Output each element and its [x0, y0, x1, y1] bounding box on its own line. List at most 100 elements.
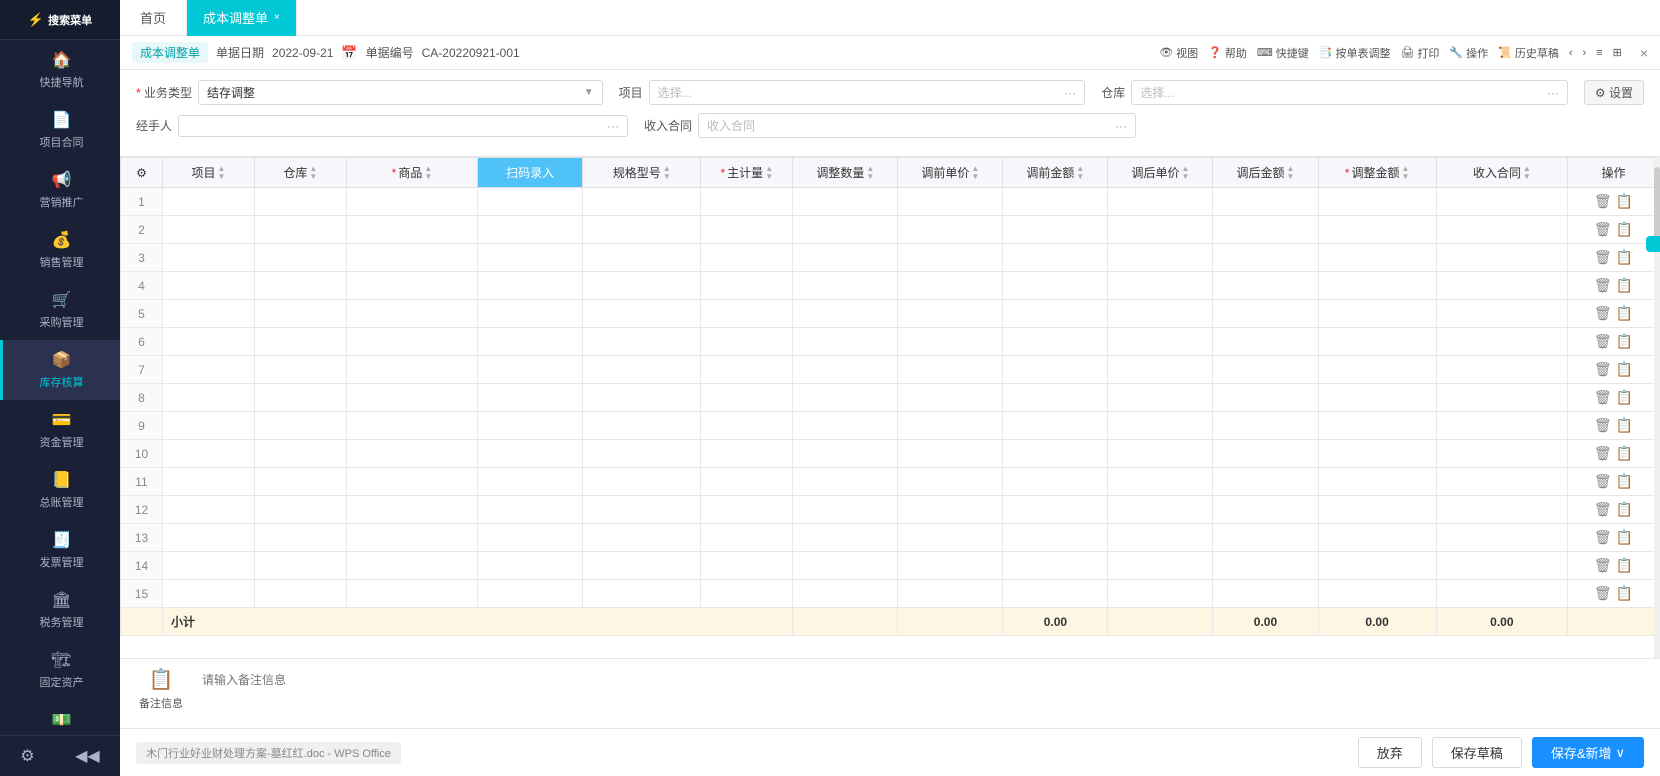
row-adj-amount-1[interactable] — [1318, 188, 1436, 216]
warehouse-select[interactable]: 选择... ··· — [1131, 80, 1568, 105]
row-unit-2[interactable] — [701, 216, 793, 244]
row-income-contract-14[interactable] — [1436, 552, 1567, 580]
row-qty-12[interactable] — [793, 496, 898, 524]
row-scan-6[interactable] — [478, 328, 583, 356]
row-spec-12[interactable] — [583, 496, 701, 524]
sidebar-item-4[interactable]: 🛒采购管理 — [0, 280, 120, 340]
col-sort-after-price[interactable]: 调后单价 ▲▼ — [1131, 164, 1189, 181]
row-goods-1[interactable] — [346, 188, 477, 216]
row-project-14[interactable] — [163, 552, 255, 580]
row-income-contract-2[interactable] — [1436, 216, 1567, 244]
row-warehouse-10[interactable] — [254, 440, 346, 468]
copy-icon-15[interactable]: 📋 — [1616, 585, 1633, 602]
row-warehouse-4[interactable] — [254, 272, 346, 300]
row-income-contract-6[interactable] — [1436, 328, 1567, 356]
row-after-amount-12[interactable] — [1213, 496, 1318, 524]
row-goods-4[interactable] — [346, 272, 477, 300]
col-sort-unit[interactable]: *主计量 ▲▼ — [721, 164, 774, 181]
delete-icon-14[interactable]: 🗑 — [1594, 557, 1612, 574]
row-warehouse-15[interactable] — [254, 580, 346, 608]
row-qty-4[interactable] — [793, 272, 898, 300]
print-btn[interactable]: 🖨 打印 — [1400, 45, 1439, 61]
row-adj-amount-9[interactable] — [1318, 412, 1436, 440]
row-unit-6[interactable] — [701, 328, 793, 356]
row-adj-amount-15[interactable] — [1318, 580, 1436, 608]
row-unit-10[interactable] — [701, 440, 793, 468]
row-prev-price-14[interactable] — [898, 552, 1003, 580]
row-spec-3[interactable] — [583, 244, 701, 272]
tab-close-icon[interactable]: × — [274, 12, 280, 23]
row-prev-amount-13[interactable] — [1003, 524, 1108, 552]
row-unit-5[interactable] — [701, 300, 793, 328]
row-goods-12[interactable] — [346, 496, 477, 524]
delete-icon-1[interactable]: 🗑 — [1594, 193, 1612, 210]
project-select[interactable]: 选择... ··· — [649, 80, 1086, 105]
delete-icon-7[interactable]: 🗑 — [1594, 361, 1612, 378]
row-goods-11[interactable] — [346, 468, 477, 496]
nav-prev-btn[interactable]: ‹ — [1569, 47, 1573, 59]
warehouse-dots[interactable]: ··· — [1547, 86, 1559, 100]
settings-button[interactable]: ⚙ 设置 — [1584, 80, 1644, 105]
row-adj-amount-2[interactable] — [1318, 216, 1436, 244]
tab-active[interactable]: 成本调整单 × — [187, 0, 297, 36]
delete-icon-12[interactable]: 🗑 — [1594, 501, 1612, 518]
row-income-contract-1[interactable] — [1436, 188, 1567, 216]
row-adj-amount-4[interactable] — [1318, 272, 1436, 300]
row-project-13[interactable] — [163, 524, 255, 552]
discard-button[interactable]: 放弃 — [1358, 737, 1422, 768]
row-adj-amount-10[interactable] — [1318, 440, 1436, 468]
delete-icon-10[interactable]: 🗑 — [1594, 445, 1612, 462]
list-view-icon[interactable]: ≡ — [1596, 47, 1602, 59]
row-unit-13[interactable] — [701, 524, 793, 552]
row-income-contract-8[interactable] — [1436, 384, 1567, 412]
row-warehouse-12[interactable] — [254, 496, 346, 524]
row-qty-5[interactable] — [793, 300, 898, 328]
row-qty-8[interactable] — [793, 384, 898, 412]
sidebar-item-6[interactable]: 💳资金管理 — [0, 400, 120, 460]
copy-icon-4[interactable]: 📋 — [1616, 277, 1633, 294]
row-prev-price-3[interactable] — [898, 244, 1003, 272]
row-prev-price-5[interactable] — [898, 300, 1003, 328]
row-unit-11[interactable] — [701, 468, 793, 496]
row-prev-amount-14[interactable] — [1003, 552, 1108, 580]
delete-icon-13[interactable]: 🗑 — [1594, 529, 1612, 546]
row-project-3[interactable] — [163, 244, 255, 272]
row-scan-10[interactable] — [478, 440, 583, 468]
row-scan-2[interactable] — [478, 216, 583, 244]
search-btn[interactable]: 搜索菜单 — [48, 12, 92, 28]
row-goods-14[interactable] — [346, 552, 477, 580]
row-income-contract-15[interactable] — [1436, 580, 1567, 608]
row-spec-4[interactable] — [583, 272, 701, 300]
delete-icon-4[interactable]: 🗑 — [1594, 277, 1612, 294]
row-qty-9[interactable] — [793, 412, 898, 440]
row-scan-3[interactable] — [478, 244, 583, 272]
sidebar-item-0[interactable]: 🏠快捷导航 — [0, 40, 120, 100]
row-spec-13[interactable] — [583, 524, 701, 552]
col-sort-adj-amount[interactable]: *调整金额 ▲▼ — [1345, 164, 1410, 181]
row-qty-15[interactable] — [793, 580, 898, 608]
delete-icon-9[interactable]: 🗑 — [1594, 417, 1612, 434]
row-warehouse-3[interactable] — [254, 244, 346, 272]
row-warehouse-14[interactable] — [254, 552, 346, 580]
close-window-btn[interactable]: × — [1640, 45, 1648, 61]
row-prev-amount-15[interactable] — [1003, 580, 1108, 608]
nav-next-btn[interactable]: › — [1583, 47, 1587, 59]
row-income-contract-12[interactable] — [1436, 496, 1567, 524]
row-prev-price-6[interactable] — [898, 328, 1003, 356]
row-after-price-1[interactable] — [1108, 188, 1213, 216]
row-after-price-14[interactable] — [1108, 552, 1213, 580]
row-unit-9[interactable] — [701, 412, 793, 440]
row-after-price-13[interactable] — [1108, 524, 1213, 552]
delete-icon-3[interactable]: 🗑 — [1594, 249, 1612, 266]
row-after-price-7[interactable] — [1108, 356, 1213, 384]
operation-btn[interactable]: 🔧 操作 — [1449, 45, 1488, 61]
row-spec-5[interactable] — [583, 300, 701, 328]
col-sort-project[interactable]: 项目 ▲▼ — [192, 164, 226, 181]
copy-icon-8[interactable]: 📋 — [1616, 389, 1633, 406]
income-contract-select[interactable]: 收入合同 ··· — [698, 113, 1136, 138]
row-project-15[interactable] — [163, 580, 255, 608]
row-after-price-11[interactable] — [1108, 468, 1213, 496]
col-sort-goods[interactable]: *商品 ▲▼ — [392, 164, 433, 181]
row-scan-11[interactable] — [478, 468, 583, 496]
row-prev-amount-1[interactable] — [1003, 188, 1108, 216]
